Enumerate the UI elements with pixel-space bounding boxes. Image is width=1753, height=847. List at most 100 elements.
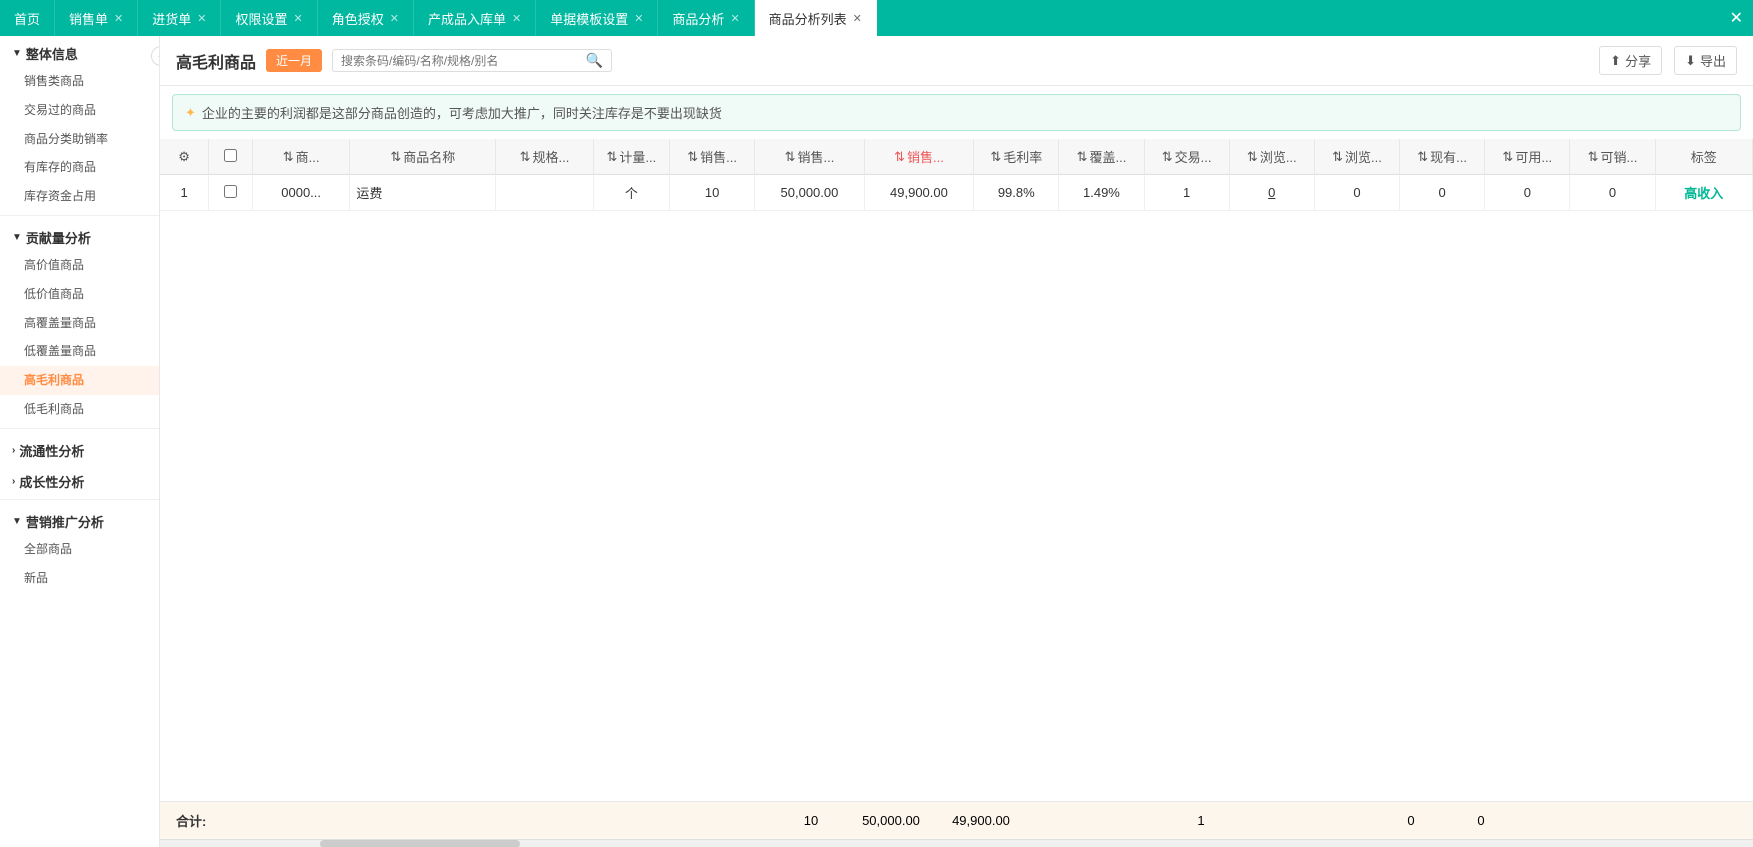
sidebar-item-traded-goods[interactable]: 交易过的商品 [0, 96, 159, 125]
col-trade[interactable]: ⇅ 交易... [1144, 139, 1229, 175]
sidebar-group-contribution[interactable]: ▼ 贡献量分析 [0, 220, 159, 251]
tab-role[interactable]: 角色授权 ✕ [318, 0, 414, 36]
col-sales-qty[interactable]: ⇅ 销售... [670, 139, 755, 175]
sidebar-item-high-cover[interactable]: 高覆盖量商品 [0, 309, 159, 338]
export-button[interactable]: ⬇ 导出 [1674, 46, 1737, 75]
col-seq[interactable]: ⚙ [160, 139, 209, 175]
col-spec[interactable]: ⇅ 规格... [496, 139, 593, 175]
divider-1 [0, 215, 159, 216]
col-sales-amt[interactable]: ⇅ 销售... [755, 139, 865, 175]
info-banner: ✦ 企业的主要的利润都是这部分商品创造的，可考虑加大推广，同时关注库存是不要出现… [172, 94, 1741, 131]
tab-template[interactable]: 单据模板设置 ✕ [536, 0, 658, 36]
col-sales-cost[interactable]: ⇅ 销售... [864, 139, 974, 175]
settings-icon: ⚙ [178, 149, 190, 165]
bottom-scrollbar[interactable] [160, 839, 1753, 847]
col-sales-qty-label: 销售... [700, 147, 737, 166]
col-cover[interactable]: ⇅ 覆盖... [1059, 139, 1144, 175]
close-tab-analysis-list[interactable]: ✕ [853, 12, 862, 25]
sidebar-item-stocked-goods[interactable]: 有库存的商品 [0, 153, 159, 182]
footer-sales-qty: 10 [776, 813, 846, 828]
close-tab-sales[interactable]: ✕ [114, 12, 123, 25]
share-icon: ⬆ [1610, 53, 1621, 69]
col-saleable[interactable]: ⇅ 可销... [1570, 139, 1655, 175]
col-name-label: 商品名称 [403, 147, 455, 166]
close-tab-template[interactable]: ✕ [634, 12, 643, 25]
cell-name: 运费 [350, 175, 496, 211]
tab-permission[interactable]: 权限设置 ✕ [221, 0, 317, 36]
footer-row: 合计: 10 50,000.00 49,900.00 1 0 0 [160, 801, 1753, 839]
sidebar-item-high-value[interactable]: 高价值商品 [0, 251, 159, 280]
footer-sales-amt: 50,000.00 [846, 813, 936, 828]
col-browse2[interactable]: ⇅ 浏览... [1314, 139, 1399, 175]
sidebar-group-growth-label: 成长性分析 [19, 472, 84, 491]
tab-purchase[interactable]: 进货单 ✕ [138, 0, 221, 36]
sidebar-item-category-rate[interactable]: 商品分类助销率 [0, 125, 159, 154]
arrow-contribution: ▼ [12, 232, 22, 243]
scrollbar-thumb[interactable] [320, 840, 520, 847]
col-stock-label: 现有... [1430, 147, 1467, 166]
tab-home[interactable]: 首页 [0, 0, 55, 36]
cell-spec [496, 175, 593, 211]
select-all-checkbox[interactable] [224, 149, 237, 162]
sidebar-group-contribution-label: 贡献量分析 [26, 228, 91, 247]
sidebar-item-all-goods[interactable]: 全部商品 [0, 535, 159, 564]
sidebar-item-new-goods[interactable]: 新品 [0, 564, 159, 593]
period-button[interactable]: 近一月 [266, 49, 322, 72]
info-icon: ✦ [185, 105, 196, 121]
col-browse1[interactable]: ⇅ 浏览... [1229, 139, 1314, 175]
cell-cover: 1.49% [1059, 175, 1144, 211]
cell-tag: 高收入 [1655, 175, 1752, 211]
sidebar-item-low-margin[interactable]: 低毛利商品 [0, 395, 159, 424]
col-sales-cost-label: 销售... [907, 147, 944, 166]
row-checkbox[interactable] [224, 185, 237, 198]
export-icon: ⬇ [1685, 53, 1696, 69]
search-box: 🔍 [332, 49, 612, 72]
close-tab-finished[interactable]: ✕ [512, 12, 521, 25]
cell-avail: 0 [1485, 175, 1570, 211]
sidebar-group-liquidity[interactable]: › 流通性分析 [0, 433, 159, 464]
col-tag-label: 标签 [1691, 147, 1717, 166]
col-cover-label: 覆盖... [1089, 147, 1126, 166]
cell-browse2: 0 [1314, 175, 1399, 211]
col-gross-rate[interactable]: ⇅ 毛利率 [974, 139, 1059, 175]
tab-product-analysis-list[interactable]: 商品分析列表 ✕ [755, 0, 877, 36]
sidebar-group-liquidity-label: 流通性分析 [19, 441, 84, 460]
col-saleable-label: 可销... [1601, 147, 1638, 166]
search-input[interactable] [341, 54, 586, 68]
tab-product-analysis[interactable]: 商品分析 ✕ [658, 0, 754, 36]
col-avail-label: 可用... [1515, 147, 1552, 166]
sidebar-item-high-margin[interactable]: 高毛利商品 [0, 366, 159, 395]
share-button[interactable]: ⬆ 分享 [1599, 46, 1662, 75]
tab-sales[interactable]: 销售单 ✕ [55, 0, 138, 36]
search-icon[interactable]: 🔍 [586, 52, 603, 69]
sidebar-item-low-cover[interactable]: 低覆盖量商品 [0, 337, 159, 366]
col-name[interactable]: ⇅ 商品名称 [350, 139, 496, 175]
sidebar-group-growth[interactable]: › 成长性分析 [0, 464, 159, 495]
close-tab-purchase[interactable]: ✕ [197, 12, 206, 25]
close-tab-role[interactable]: ✕ [390, 12, 399, 25]
close-tab-permission[interactable]: ✕ [294, 12, 303, 25]
global-close-button[interactable]: ✕ [1730, 8, 1743, 28]
col-sales-amt-label: 销售... [797, 147, 834, 166]
sidebar-group-marketing[interactable]: ▼ 营销推广分析 [0, 504, 159, 535]
col-unit[interactable]: ⇅ 计量... [593, 139, 669, 175]
cell-browse1[interactable]: 0 [1229, 175, 1314, 211]
col-unit-label: 计量... [619, 147, 656, 166]
col-tag[interactable]: 标签 [1655, 139, 1752, 175]
data-table: ⚙ ⇅ 商... [160, 139, 1753, 211]
sidebar-item-stock-capital[interactable]: 库存资金占用 [0, 182, 159, 211]
tab-finished-goods[interactable]: 产成品入库单 ✕ [414, 0, 536, 36]
close-tab-analysis[interactable]: ✕ [730, 12, 739, 25]
cell-check[interactable] [209, 175, 253, 211]
sidebar: « ▼ 整体信息 销售类商品 交易过的商品 商品分类助销率 有库存的商品 库存资… [0, 36, 160, 847]
arrow-growth: › [12, 476, 15, 487]
col-code[interactable]: ⇅ 商... [252, 139, 349, 175]
cell-gross-rate: 99.8% [974, 175, 1059, 211]
col-stock[interactable]: ⇅ 现有... [1400, 139, 1485, 175]
col-checkbox-header[interactable] [209, 139, 253, 175]
sidebar-item-low-value[interactable]: 低价值商品 [0, 280, 159, 309]
sidebar-group-overall[interactable]: ▼ 整体信息 [0, 36, 159, 67]
col-avail[interactable]: ⇅ 可用... [1485, 139, 1570, 175]
sidebar-item-sales-goods[interactable]: 销售类商品 [0, 67, 159, 96]
content-area: 高毛利商品 近一月 🔍 ⬆ 分享 ⬇ 导出 ✦ 企业的主要的利润都是这部分商品创… [160, 36, 1753, 847]
